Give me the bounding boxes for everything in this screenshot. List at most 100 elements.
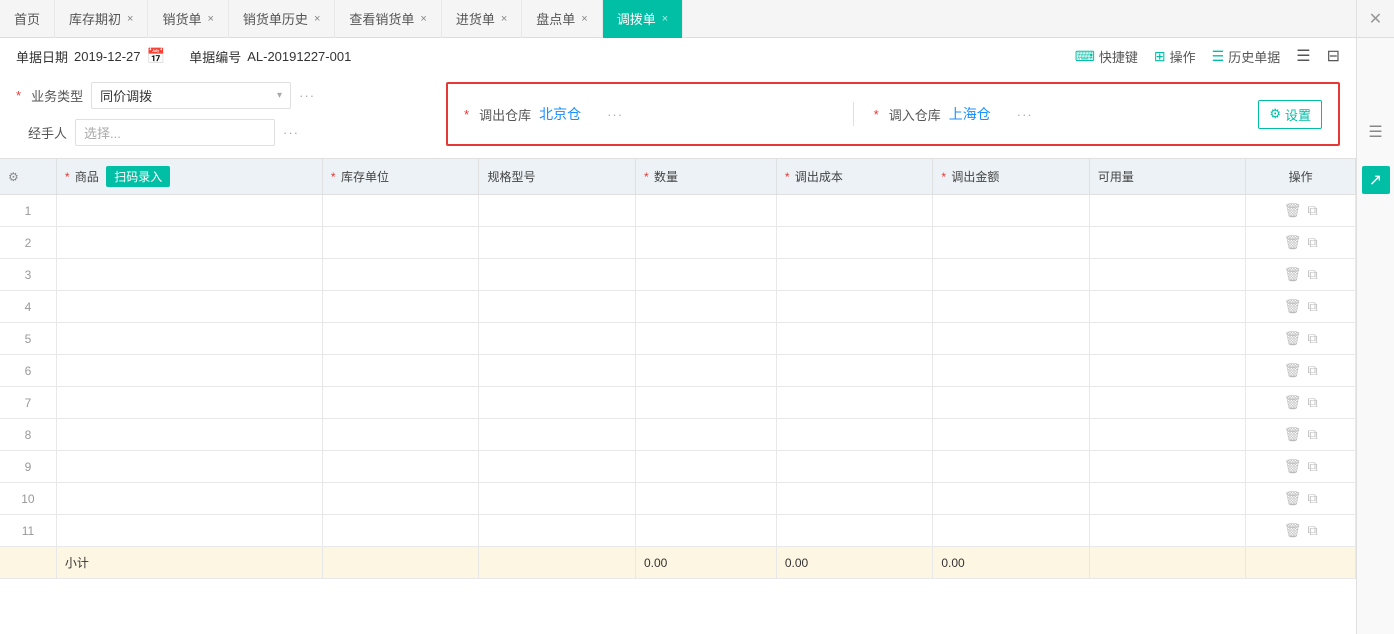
cell-cost-7[interactable] [776, 387, 933, 419]
cell-unit-7[interactable] [322, 387, 479, 419]
cell-spec-3[interactable] [479, 259, 636, 291]
cell-amount-5[interactable] [933, 323, 1090, 355]
layout-toggle-2[interactable]: ⊟ [1327, 46, 1340, 66]
tab-close-purchase-order[interactable]: × [501, 13, 507, 25]
sidebar-export-icon[interactable]: ↗ [1362, 166, 1390, 194]
tab-inventory-init[interactable]: 库存期初× [55, 0, 148, 38]
cell-amount-7[interactable] [933, 387, 1090, 419]
tab-close-inventory-init[interactable]: × [127, 13, 133, 25]
shortcut-tool[interactable]: ⌨ 快捷键 [1075, 47, 1138, 66]
tab-close-view-sales[interactable]: × [420, 13, 426, 25]
cell-spec-1[interactable] [479, 195, 636, 227]
delete-icon-row4[interactable]: 🗑 [1284, 298, 1302, 315]
delete-icon-row2[interactable]: 🗑 [1284, 234, 1302, 251]
cell-cost-10[interactable] [776, 483, 933, 515]
copy-icon-row5[interactable]: ⧉ [1308, 330, 1318, 347]
cell-amount-4[interactable] [933, 291, 1090, 323]
tab-sales-history[interactable]: 销货单历史× [229, 0, 335, 38]
cell-available-10[interactable] [1089, 483, 1246, 515]
business-type-more[interactable]: ··· [299, 88, 315, 103]
cell-quantity-5[interactable] [635, 323, 776, 355]
tab-close-sales-order[interactable]: × [207, 13, 213, 25]
cell-product-8[interactable] [56, 419, 322, 451]
copy-icon-row11[interactable]: ⧉ [1308, 522, 1318, 539]
cell-spec-9[interactable] [479, 451, 636, 483]
cell-cost-11[interactable] [776, 515, 933, 547]
tab-close-sales-history[interactable]: × [314, 13, 320, 25]
cell-product-10[interactable] [56, 483, 322, 515]
cell-unit-11[interactable] [322, 515, 479, 547]
cell-quantity-3[interactable] [635, 259, 776, 291]
handler-more[interactable]: ··· [283, 125, 299, 140]
delete-icon-row3[interactable]: 🗑 [1284, 266, 1302, 283]
cell-amount-11[interactable] [933, 515, 1090, 547]
cell-amount-3[interactable] [933, 259, 1090, 291]
copy-icon-row7[interactable]: ⧉ [1308, 394, 1318, 411]
delete-icon-row9[interactable]: 🗑 [1284, 458, 1302, 475]
sidebar-list-icon[interactable]: ☰ [1362, 118, 1390, 146]
cell-available-2[interactable] [1089, 227, 1246, 259]
window-close-button[interactable]: ✕ [1356, 0, 1394, 38]
cell-product-1[interactable] [56, 195, 322, 227]
cell-spec-5[interactable] [479, 323, 636, 355]
delete-icon-row7[interactable]: 🗑 [1284, 394, 1302, 411]
tab-close-stock-take[interactable]: × [581, 13, 587, 25]
cell-amount-10[interactable] [933, 483, 1090, 515]
delete-icon-row11[interactable]: 🗑 [1284, 522, 1302, 539]
cell-spec-4[interactable] [479, 291, 636, 323]
cell-unit-2[interactable] [322, 227, 479, 259]
cell-available-11[interactable] [1089, 515, 1246, 547]
cell-available-5[interactable] [1089, 323, 1246, 355]
tab-transfer[interactable]: 调拨单× [603, 0, 683, 38]
copy-icon-row8[interactable]: ⧉ [1308, 426, 1318, 443]
tab-home[interactable]: 首页 [0, 0, 55, 38]
tab-sales-order[interactable]: 销货单× [148, 0, 228, 38]
layout-toggle-1[interactable]: ☰ [1296, 46, 1310, 66]
cell-available-1[interactable] [1089, 195, 1246, 227]
cell-amount-2[interactable] [933, 227, 1090, 259]
delete-icon-row10[interactable]: 🗑 [1284, 490, 1302, 507]
cell-unit-5[interactable] [322, 323, 479, 355]
cell-spec-7[interactable] [479, 387, 636, 419]
cell-spec-6[interactable] [479, 355, 636, 387]
cell-cost-9[interactable] [776, 451, 933, 483]
cell-quantity-9[interactable] [635, 451, 776, 483]
copy-icon-row3[interactable]: ⧉ [1308, 266, 1318, 283]
cell-quantity-1[interactable] [635, 195, 776, 227]
tab-view-sales[interactable]: 查看销货单× [335, 0, 441, 38]
cell-quantity-6[interactable] [635, 355, 776, 387]
copy-icon-row6[interactable]: ⧉ [1308, 362, 1318, 379]
handler-select[interactable]: 选择... [75, 119, 275, 146]
cell-cost-5[interactable] [776, 323, 933, 355]
cell-unit-1[interactable] [322, 195, 479, 227]
cell-cost-4[interactable] [776, 291, 933, 323]
cell-quantity-8[interactable] [635, 419, 776, 451]
cell-product-7[interactable] [56, 387, 322, 419]
tab-stock-take[interactable]: 盘点单× [522, 0, 602, 38]
cell-available-3[interactable] [1089, 259, 1246, 291]
cell-amount-1[interactable] [933, 195, 1090, 227]
cell-amount-8[interactable] [933, 419, 1090, 451]
cell-unit-10[interactable] [322, 483, 479, 515]
settings-icon[interactable]: ⚙ [8, 170, 19, 184]
cell-unit-8[interactable] [322, 419, 479, 451]
copy-icon-row9[interactable]: ⧉ [1308, 458, 1318, 475]
tab-close-transfer[interactable]: × [662, 13, 668, 25]
cell-cost-1[interactable] [776, 195, 933, 227]
copy-icon-row2[interactable]: ⧉ [1308, 234, 1318, 251]
cell-quantity-10[interactable] [635, 483, 776, 515]
history-tool[interactable]: ☰ 历史单据 [1212, 47, 1281, 66]
cell-unit-4[interactable] [322, 291, 479, 323]
delete-icon-row8[interactable]: 🗑 [1284, 426, 1302, 443]
cell-product-4[interactable] [56, 291, 322, 323]
cell-spec-2[interactable] [479, 227, 636, 259]
delete-icon-row6[interactable]: 🗑 [1284, 362, 1302, 379]
cell-product-2[interactable] [56, 227, 322, 259]
cell-product-6[interactable] [56, 355, 322, 387]
cell-spec-11[interactable] [479, 515, 636, 547]
cell-unit-3[interactable] [322, 259, 479, 291]
cell-cost-3[interactable] [776, 259, 933, 291]
cell-quantity-2[interactable] [635, 227, 776, 259]
cell-unit-6[interactable] [322, 355, 479, 387]
cell-product-9[interactable] [56, 451, 322, 483]
